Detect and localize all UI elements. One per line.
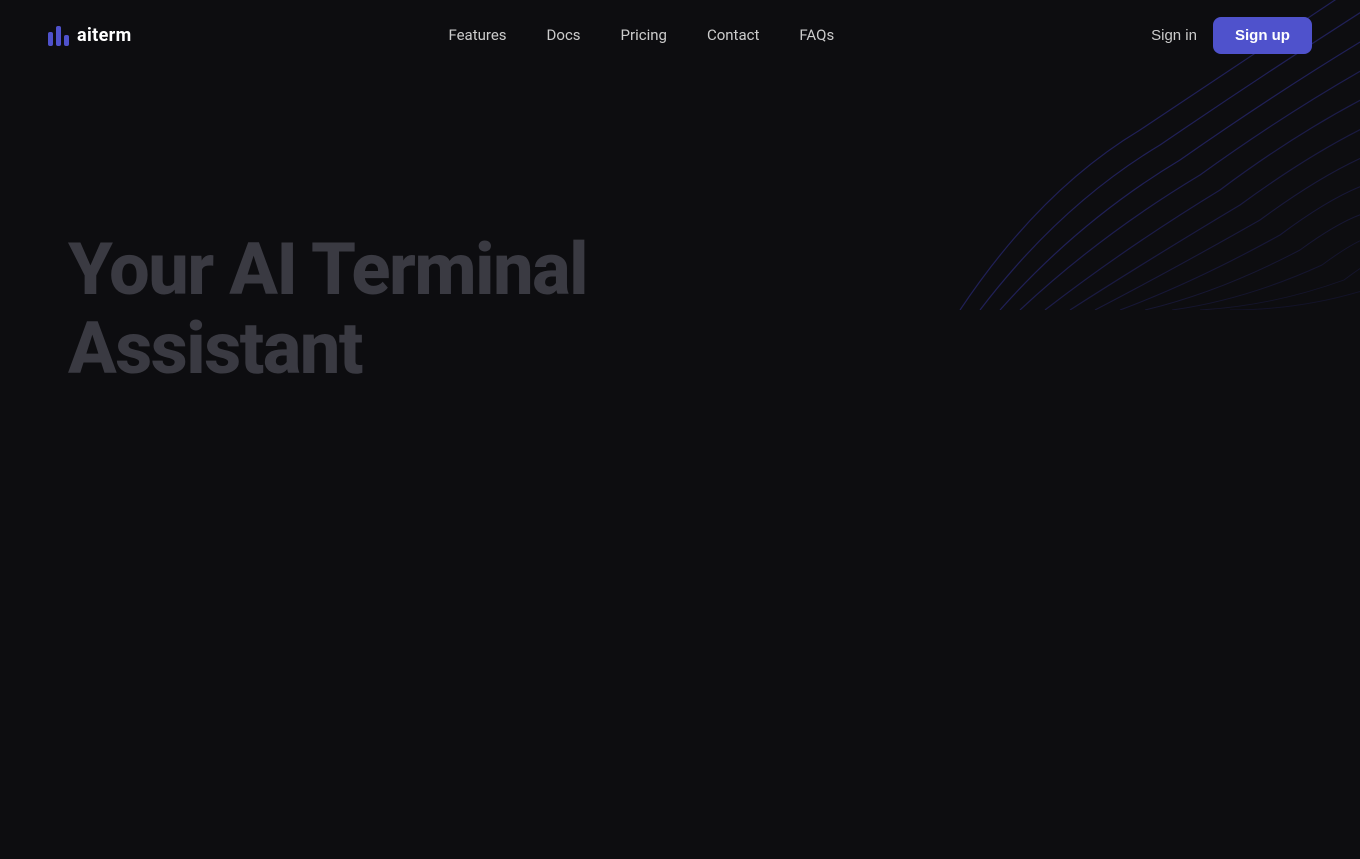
nav-pricing[interactable]: Pricing xyxy=(621,26,667,44)
logo-text: aiterm xyxy=(77,25,132,46)
logo-bar-3 xyxy=(64,35,69,46)
hero-section: Your AI Terminal Assistant xyxy=(0,70,1360,388)
logo-link[interactable]: aiterm xyxy=(48,24,132,46)
logo-bar-1 xyxy=(48,32,53,46)
sign-up-button[interactable]: Sign up xyxy=(1213,17,1312,54)
nav-features[interactable]: Features xyxy=(448,26,506,44)
main-nav: Features Docs Pricing Contact FAQs xyxy=(448,26,834,44)
hero-title-line1: Your AI Terminal xyxy=(68,227,587,312)
hero-title: Your AI Terminal Assistant xyxy=(68,230,668,388)
hero-title-line2: Assistant xyxy=(68,306,362,391)
nav-docs[interactable]: Docs xyxy=(547,26,581,44)
nav-faqs[interactable]: FAQs xyxy=(799,26,834,44)
header-actions: Sign in Sign up xyxy=(1151,17,1312,54)
sign-in-button[interactable]: Sign in xyxy=(1151,27,1197,44)
header: aiterm Features Docs Pricing Contact FAQ… xyxy=(0,0,1360,70)
logo-bar-2 xyxy=(56,26,61,46)
nav-contact[interactable]: Contact xyxy=(707,26,759,44)
logo-icon xyxy=(48,24,69,46)
